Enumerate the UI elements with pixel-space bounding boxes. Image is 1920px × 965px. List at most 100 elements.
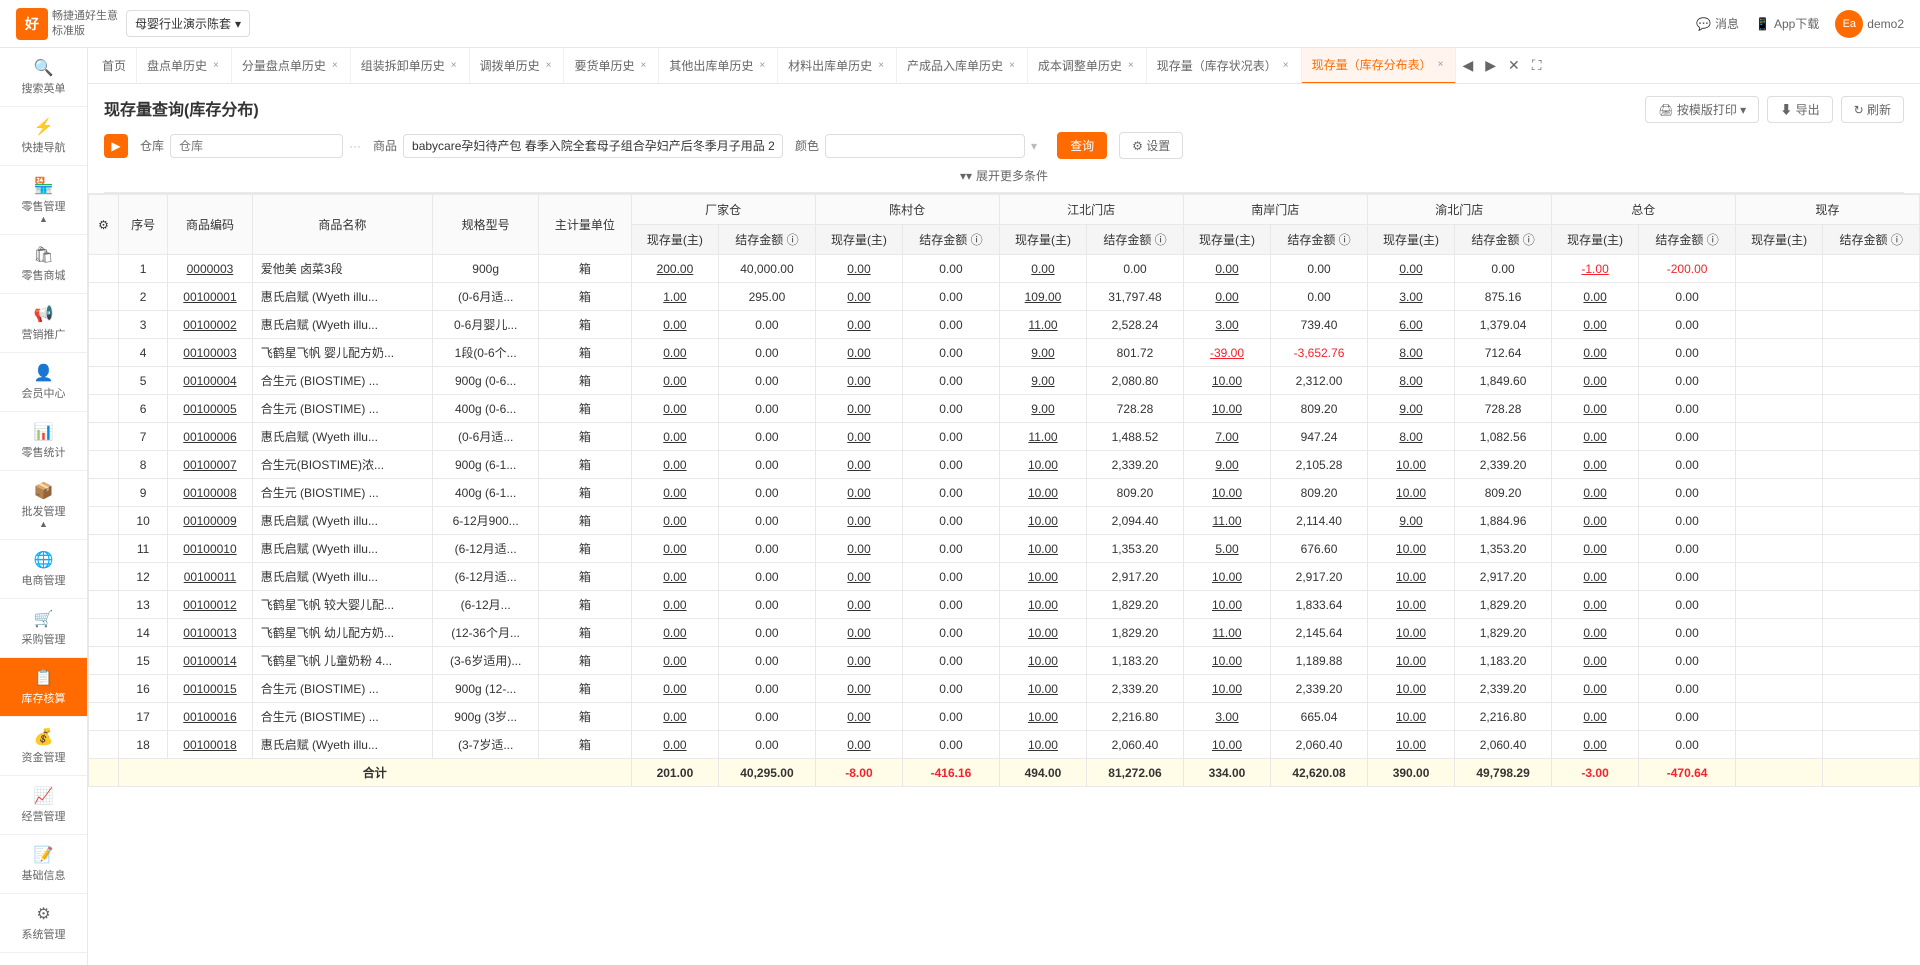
table-cell[interactable]: 00100015: [168, 675, 252, 703]
tab-stock-status[interactable]: 现存量（库存状况表） ×: [1147, 48, 1302, 84]
table-cell[interactable]: 00100014: [168, 647, 252, 675]
table-cell[interactable]: 0.00: [815, 563, 903, 591]
table-cell[interactable]: 0.00: [631, 367, 719, 395]
table-cell[interactable]: 00100008: [168, 479, 252, 507]
table-cell[interactable]: 0.00: [1551, 451, 1639, 479]
tab-close-status[interactable]: ×: [1281, 60, 1291, 71]
table-cell[interactable]: 10.00: [999, 731, 1087, 759]
warehouse-more[interactable]: ···: [349, 139, 361, 153]
table-cell[interactable]: 6.00: [1367, 311, 1455, 339]
table-cell[interactable]: 10.00: [1367, 479, 1455, 507]
store-selector[interactable]: 母婴行业演示陈套 ▾: [126, 10, 250, 37]
table-cell[interactable]: 200.00: [631, 255, 719, 283]
table-cell[interactable]: 11.00: [1183, 507, 1271, 535]
table-cell[interactable]: -1.00: [1551, 255, 1639, 283]
table-cell[interactable]: 10.00: [1367, 731, 1455, 759]
table-cell[interactable]: 0.00: [1551, 283, 1639, 311]
sidebar-item-retail[interactable]: 🏪 零售管理 ▲: [0, 166, 87, 235]
tab-cost-adjustment[interactable]: 成本调整单历史 ×: [1028, 48, 1147, 84]
table-cell[interactable]: 0.00: [631, 563, 719, 591]
table-cell[interactable]: 10.00: [999, 563, 1087, 591]
table-cell[interactable]: -39.00: [1183, 339, 1271, 367]
table-cell[interactable]: 00100012: [168, 591, 252, 619]
sidebar-item-purchase[interactable]: 🛒 采购管理: [0, 599, 87, 658]
tab-close-transfer[interactable]: ×: [544, 60, 554, 71]
table-cell[interactable]: 0.00: [1551, 311, 1639, 339]
table-cell[interactable]: 10.00: [1183, 479, 1271, 507]
table-cell[interactable]: 10.00: [1367, 647, 1455, 675]
sidebar-item-basic[interactable]: 📝 基础信息: [0, 835, 87, 894]
table-cell[interactable]: 0.00: [1551, 507, 1639, 535]
table-cell[interactable]: 0.00: [1551, 647, 1639, 675]
tab-branch-count[interactable]: 分量盘点单历史 ×: [232, 48, 351, 84]
tab-close-material[interactable]: ×: [876, 60, 886, 71]
table-cell[interactable]: 3.00: [1367, 283, 1455, 311]
table-cell[interactable]: 10.00: [999, 647, 1087, 675]
warehouse-input[interactable]: [170, 134, 343, 158]
table-cell[interactable]: 10.00: [1183, 563, 1271, 591]
table-cell[interactable]: 0.00: [631, 423, 719, 451]
table-cell[interactable]: 0.00: [1551, 563, 1639, 591]
table-cell[interactable]: 00100013: [168, 619, 252, 647]
table-cell[interactable]: 10.00: [1367, 451, 1455, 479]
table-cell[interactable]: 11.00: [999, 311, 1087, 339]
table-cell[interactable]: 00100005: [168, 395, 252, 423]
sidebar-item-enterprise[interactable]: 🤝 企业协同: [0, 953, 87, 965]
sidebar-item-operation[interactable]: 📈 经营管理: [0, 776, 87, 835]
tab-close-product[interactable]: ×: [1007, 60, 1017, 71]
table-cell[interactable]: 8.00: [1367, 339, 1455, 367]
sidebar-item-retail-shop[interactable]: 🛍 零售商城: [0, 235, 87, 294]
table-cell[interactable]: 1.00: [631, 283, 719, 311]
table-cell[interactable]: 10.00: [999, 591, 1087, 619]
tab-close-all[interactable]: ✕: [1502, 48, 1526, 84]
tab-purchase-order[interactable]: 要货单历史 ×: [564, 48, 659, 84]
table-cell[interactable]: 10.00: [999, 535, 1087, 563]
app-download-button[interactable]: 📱 App下载: [1755, 15, 1819, 32]
table-cell[interactable]: 10.00: [1367, 591, 1455, 619]
tab-close-inventory-count[interactable]: ×: [211, 60, 221, 71]
table-cell[interactable]: 9.00: [1183, 451, 1271, 479]
table-cell[interactable]: 0000003: [168, 255, 252, 283]
table-cell[interactable]: 0.00: [1551, 395, 1639, 423]
refresh-button[interactable]: ↻ 刷新: [1841, 96, 1904, 123]
table-cell[interactable]: 0.00: [631, 507, 719, 535]
color-input[interactable]: [825, 134, 1025, 158]
table-cell[interactable]: 0.00: [631, 451, 719, 479]
print-button[interactable]: 🖨 按模版打印 ▾: [1645, 96, 1759, 123]
table-cell[interactable]: 11.00: [999, 423, 1087, 451]
table-cell[interactable]: 0.00: [815, 507, 903, 535]
message-button[interactable]: 💬 消息: [1696, 15, 1739, 32]
table-cell[interactable]: 9.00: [1367, 395, 1455, 423]
table-cell[interactable]: 0.00: [815, 311, 903, 339]
table-cell[interactable]: 0.00: [1551, 703, 1639, 731]
table-cell[interactable]: 0.00: [815, 479, 903, 507]
table-cell[interactable]: 0.00: [1551, 339, 1639, 367]
table-cell[interactable]: 0.00: [815, 255, 903, 283]
table-cell[interactable]: 0.00: [815, 339, 903, 367]
table-cell[interactable]: 10.00: [1183, 591, 1271, 619]
tab-stock-distribution[interactable]: 现存量（库存分布表） ×: [1302, 48, 1457, 84]
table-cell[interactable]: 109.00: [999, 283, 1087, 311]
table-cell[interactable]: 0.00: [631, 339, 719, 367]
table-cell[interactable]: 0.00: [631, 535, 719, 563]
table-cell[interactable]: 10.00: [1183, 731, 1271, 759]
table-cell[interactable]: 0.00: [815, 395, 903, 423]
table-cell[interactable]: 9.00: [1367, 507, 1455, 535]
table-cell[interactable]: 8.00: [1367, 367, 1455, 395]
tab-close-distribution[interactable]: ×: [1436, 59, 1446, 70]
table-cell[interactable]: 10.00: [999, 479, 1087, 507]
tab-close-combo[interactable]: ×: [449, 60, 459, 71]
table-cell[interactable]: 00100010: [168, 535, 252, 563]
table-cell[interactable]: 0.00: [1551, 479, 1639, 507]
sidebar-item-member[interactable]: 👤 会员中心: [0, 353, 87, 412]
table-cell[interactable]: 10.00: [1367, 619, 1455, 647]
table-cell[interactable]: 5.00: [1183, 535, 1271, 563]
user-menu[interactable]: Ea demo2: [1835, 10, 1904, 38]
tab-other-outbound[interactable]: 其他出库单历史 ×: [659, 48, 778, 84]
table-cell[interactable]: 00100003: [168, 339, 252, 367]
table-cell[interactable]: 0.00: [631, 311, 719, 339]
table-cell[interactable]: 0.00: [1367, 255, 1455, 283]
expand-more-conditions[interactable]: ▾▾ 展开更多条件: [104, 167, 1904, 184]
table-cell[interactable]: 0.00: [815, 591, 903, 619]
table-cell[interactable]: 7.00: [1183, 423, 1271, 451]
